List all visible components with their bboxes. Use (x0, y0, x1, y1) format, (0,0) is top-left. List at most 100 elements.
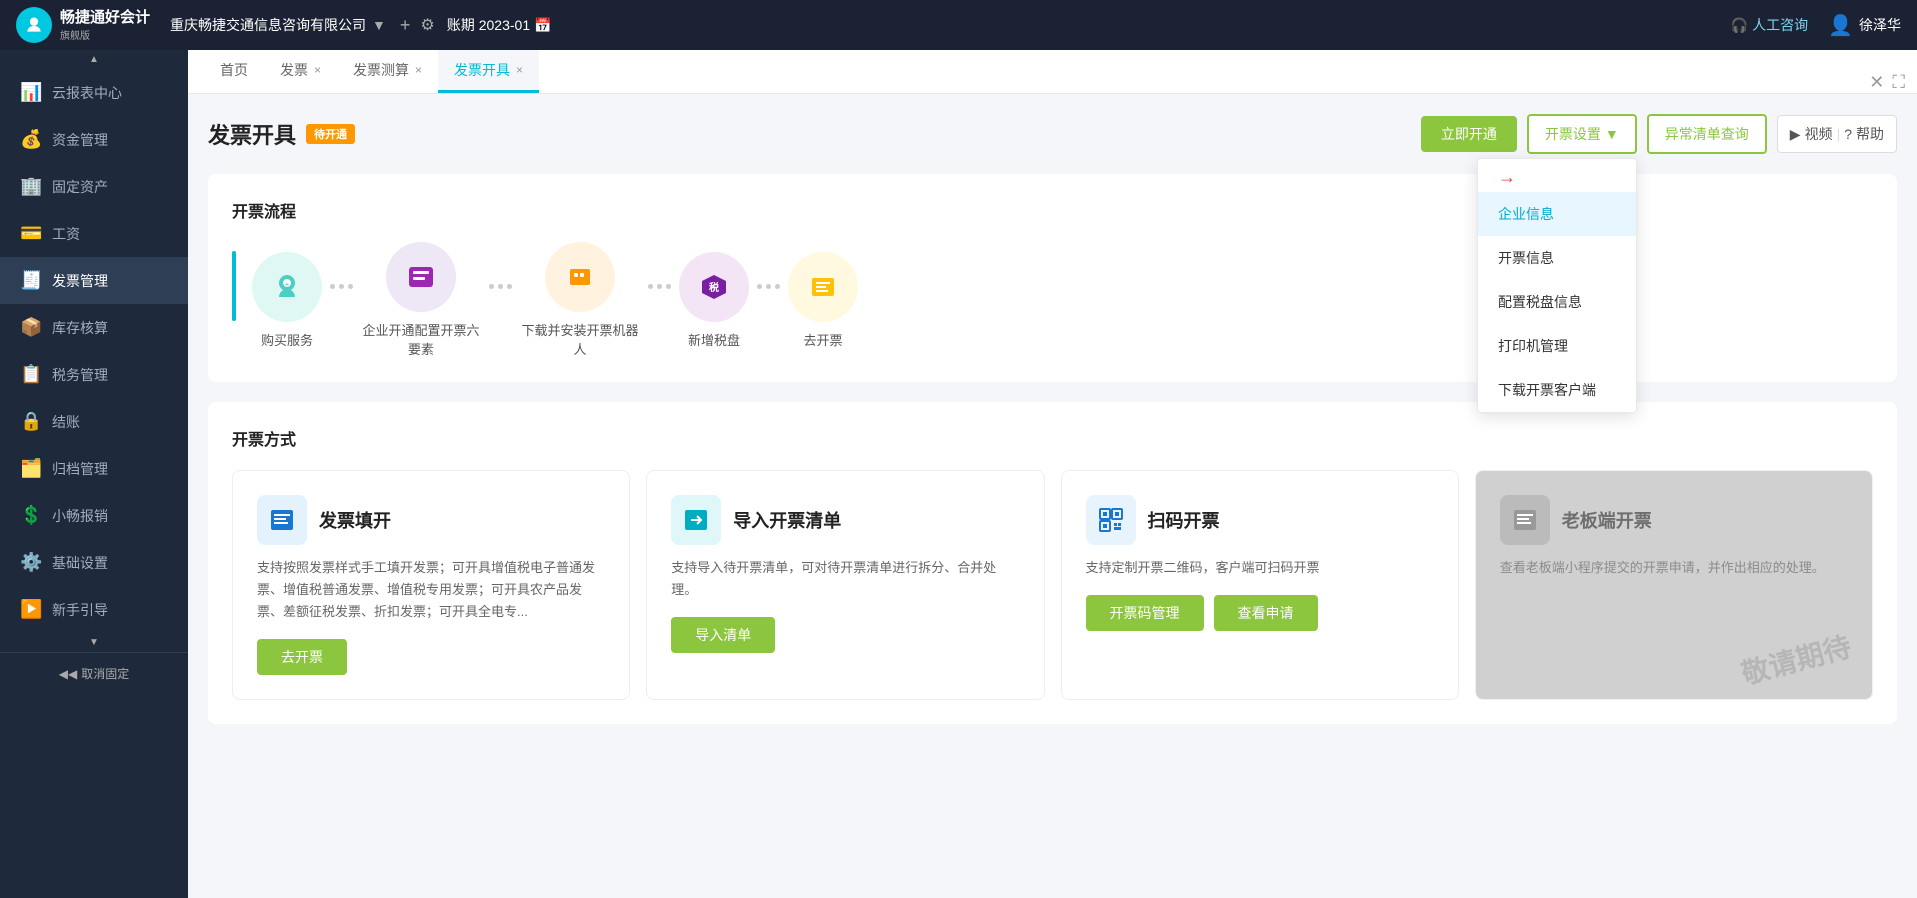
zijin-icon: 💰 (20, 129, 42, 150)
sidebar-scroll-down[interactable]: ▼ (0, 633, 188, 652)
method-header-laoban: 老板端开票 (1500, 495, 1848, 545)
step3-label: 下载并安装开票机器人 (520, 320, 640, 358)
method-desc-laoban: 查看老板端小程序提交的开票申请，并作出相应的处理。 (1500, 557, 1848, 579)
tab-fapiao-kaiju[interactable]: 发票开具 × (438, 50, 539, 93)
flow-step-2: 企业开通配置开票六要素 (361, 242, 481, 358)
sidebar-item-gongzi[interactable]: 💳 工资 (0, 210, 188, 257)
method-title-laoban: 老板端开票 (1562, 507, 1652, 533)
logo-text-block: 畅捷通好会计 旗舰版 (60, 9, 150, 42)
dropdown-item-download[interactable]: 下载开票客户端 (1478, 368, 1636, 412)
logo-icon (16, 7, 52, 43)
dropdown-red-arrow: → (1498, 167, 1516, 188)
gongzi-icon: 💳 (20, 223, 42, 244)
activate-button[interactable]: 立即开通 (1421, 116, 1517, 152)
tab-fapiao[interactable]: 发票 × (264, 50, 337, 93)
sidebar-item-zijin[interactable]: 💰 资金管理 (0, 116, 188, 163)
close-all-tabs-icon[interactable]: ✕ (1869, 72, 1884, 93)
tab-fapiao-close[interactable]: × (314, 63, 321, 77)
method-card-daoru: 导入开票清单 支持导入待开票清单，可对待开票清单进行拆分、合并处理。 导入清单 (646, 470, 1044, 700)
step5-icon (788, 252, 858, 322)
dropdown-item-company[interactable]: 企业信息 (1478, 192, 1636, 236)
dropdown-item-dayinji[interactable]: 打印机管理 (1478, 324, 1636, 368)
qrcode-manage-button[interactable]: 开票码管理 (1086, 595, 1204, 631)
method-desc-tiankai: 支持按照发票样式手工填开发票；可开具增值税电子普通发票、增值税普通发票、增值税专… (257, 557, 605, 623)
dropdown-download-label: 下载开票客户端 (1498, 380, 1596, 400)
tab-home[interactable]: 首页 (204, 50, 264, 93)
video-help-button[interactable]: ▶ 视频 | ? 帮助 (1777, 115, 1897, 153)
svg-text:+: + (711, 283, 717, 294)
fapiao-icon: 🧾 (20, 270, 42, 291)
tab-bar-right: ✕ ⛶ (1857, 72, 1917, 93)
logo-subtitle: 旗舰版 (60, 27, 150, 42)
tab-home-label: 首页 (220, 60, 248, 80)
app-container: 畅捷通好会计 旗舰版 重庆畅捷交通信息咨询有限公司 ▼ + ⚙ 账期 2023-… (0, 0, 1917, 898)
sidebar-label-shuiwu: 税务管理 (52, 365, 108, 385)
logo-title: 畅捷通好会计 (60, 9, 150, 27)
connector-2 (481, 284, 520, 317)
page-title-area: 发票开具 待开通 (208, 118, 355, 150)
step1-icon: + (252, 252, 322, 322)
tab-kaiju-close[interactable]: × (516, 63, 523, 77)
sidebar: ▲ 📊 云报表中心 💰 资金管理 🏢 固定资产 💳 工资 🧾 发票管理 (0, 50, 188, 898)
settings-dropdown-arrow: ▼ (1605, 126, 1619, 142)
settings-icon[interactable]: ⚙ (420, 15, 434, 35)
xinshouyindao-icon: ▶️ (20, 599, 42, 620)
tab-fapiao-label: 发票 (280, 60, 308, 80)
sidebar-item-xinshouyindao[interactable]: ▶️ 新手引导 (0, 586, 188, 633)
add-company-icon[interactable]: + (400, 15, 411, 36)
settings-dropdown-menu: → 企业信息 开票信息 配置税盘信息 (1477, 158, 1637, 413)
sidebar-item-shuiwu[interactable]: 📋 税务管理 (0, 351, 188, 398)
sidebar-item-jiezhang[interactable]: 🔒 结账 (0, 398, 188, 445)
settings-button[interactable]: 开票设置 ▼ (1527, 114, 1637, 154)
step2-label: 企业开通配置开票六要素 (361, 320, 481, 358)
method-header-saoma: 扫码开票 (1086, 495, 1434, 545)
sidebar-collapse-button[interactable]: ◀◀ 取消固定 (0, 652, 188, 694)
go-invoice-button[interactable]: 去开票 (257, 639, 347, 675)
sidebar-item-guidang[interactable]: 🗂️ 归档管理 (0, 445, 188, 492)
video-label: 视频 (1805, 124, 1833, 144)
sidebar-label-xiaochangbaoxiao: 小畅报销 (52, 506, 108, 526)
dropdown-peizhi-label: 配置税盘信息 (1498, 292, 1582, 312)
user-area[interactable]: 👤 徐泽华 (1828, 13, 1901, 38)
view-apply-button[interactable]: 查看申请 (1214, 595, 1318, 631)
dropdown-item-peizhi[interactable]: 配置税盘信息 (1478, 280, 1636, 324)
step3-icon (545, 242, 615, 312)
connector-1 (322, 284, 361, 317)
page-header: 发票开具 待开通 立即开通 开票设置 ▼ 异常清单查询 ▶ 视频 (208, 114, 1897, 154)
saoma-buttons: 开票码管理 查看申请 (1086, 595, 1434, 631)
consulting-label: 人工咨询 (1752, 15, 1808, 35)
dropdown-item-kaipiao[interactable]: 开票信息 (1478, 236, 1636, 280)
kucun-icon: 📦 (20, 317, 42, 338)
method-title-tiankai: 发票填开 (319, 507, 391, 533)
method-desc-daoru: 支持导入待开票清单，可对待开票清单进行拆分、合并处理。 (671, 557, 1019, 601)
sidebar-label-gudingzichan: 固定资产 (52, 177, 108, 197)
top-bar: 畅捷通好会计 旗舰版 重庆畅捷交通信息咨询有限公司 ▼ + ⚙ 账期 2023-… (0, 0, 1917, 50)
tab-cesuan-close[interactable]: × (415, 63, 422, 77)
import-list-button[interactable]: 导入清单 (671, 617, 775, 653)
xiaochangbaoxiao-icon: 💲 (20, 505, 42, 526)
flow-step-3: 下载并安装开票机器人 (520, 242, 640, 358)
sidebar-label-jichushezhi: 基础设置 (52, 553, 108, 573)
method-title-daoru: 导入开票清单 (733, 507, 841, 533)
sidebar-item-gudingzichan[interactable]: 🏢 固定资产 (0, 163, 188, 210)
abnormal-button[interactable]: 异常清单查询 (1647, 114, 1767, 154)
method-header-tiankai: 发票填开 (257, 495, 605, 545)
step1-label: 购买服务 (261, 330, 313, 349)
sidebar-item-xiaochangbaoxiao[interactable]: 💲 小畅报销 (0, 492, 188, 539)
sidebar-item-fapiao[interactable]: 🧾 发票管理 (0, 257, 188, 304)
tab-fapiao-cesuan[interactable]: 发票测算 × (337, 50, 438, 93)
sidebar-item-yunbaobiao[interactable]: 📊 云报表中心 (0, 69, 188, 116)
company-dropdown-icon[interactable]: ▼ (372, 17, 386, 33)
flow-step-1: + 购买服务 (252, 252, 322, 349)
maximize-icon[interactable]: ⛶ (1892, 72, 1905, 93)
methods-section: 开票方式 发票填开 支持按照发票样式手工填开发票；可开具增值税电子普通发票、增值… (208, 402, 1897, 724)
headset-icon: 🎧 (1731, 17, 1748, 34)
sidebar-item-jichushezhi[interactable]: ⚙️ 基础设置 (0, 539, 188, 586)
calendar-icon[interactable]: 📅 (534, 17, 551, 34)
dropdown-company-label: 企业信息 (1498, 204, 1554, 224)
sidebar-scroll-up[interactable]: ▲ (0, 50, 188, 69)
consulting-button[interactable]: 🎧 人工咨询 (1731, 15, 1808, 35)
sidebar-item-kucun[interactable]: 📦 库存核算 (0, 304, 188, 351)
method-icon-saoma (1086, 495, 1136, 545)
gudingzichan-icon: 🏢 (20, 176, 42, 197)
